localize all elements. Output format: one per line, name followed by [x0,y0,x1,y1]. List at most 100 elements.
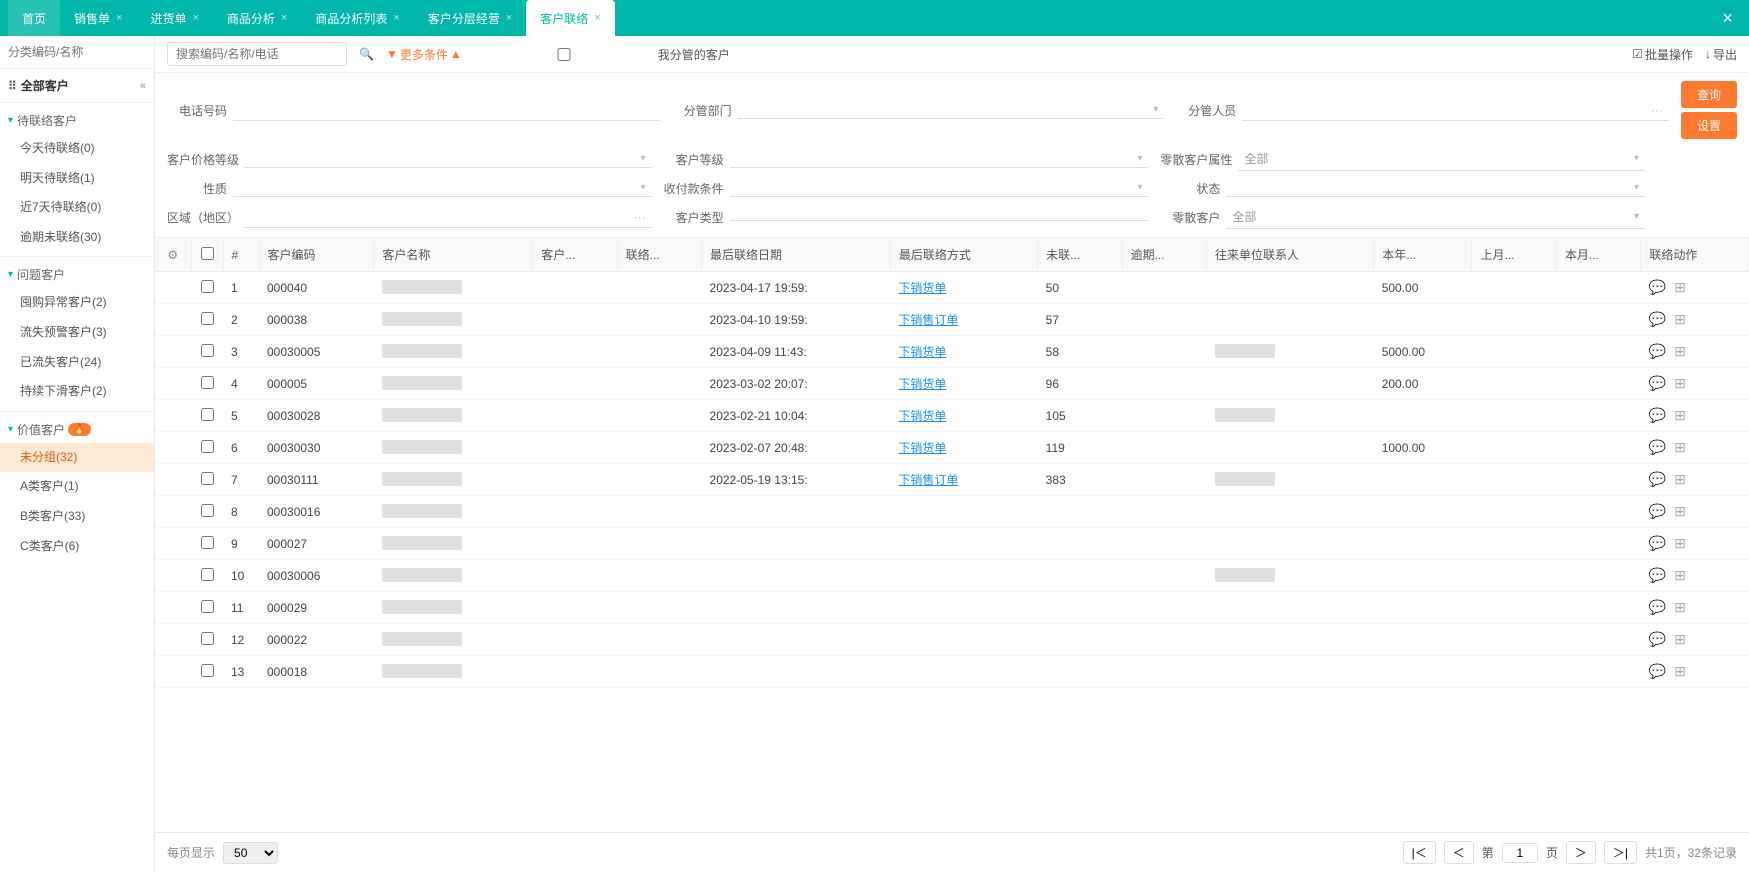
sidebar-item-lost[interactable]: 已流失客户(24) [0,348,154,378]
nav-purchase-close[interactable]: × [192,12,198,24]
phone-input[interactable] [233,100,660,121]
sidebar-item-week-pending[interactable]: 近7天待联络(0) [0,193,154,223]
col-unit-contact[interactable]: 往来单位联系人 [1207,238,1374,272]
col-contact[interactable]: 联络... [617,238,701,272]
chat-icon[interactable]: 💬 [1649,471,1666,488]
export-button[interactable]: ↓ 导出 [1705,46,1737,63]
row-check[interactable] [191,400,223,432]
col-gear[interactable]: ⚙ [155,238,191,272]
grid-action-icon[interactable]: ⊞ [1674,279,1686,296]
chat-icon[interactable]: 💬 [1649,599,1666,616]
col-last-method[interactable]: 最后联络方式 [890,238,1037,272]
nav-goods-analysis-close[interactable]: × [281,12,287,24]
table-settings-icon[interactable]: ⚙ [167,248,178,262]
row-check[interactable] [191,592,223,624]
row-checkbox[interactable] [201,344,214,357]
chat-icon[interactable]: 💬 [1649,407,1666,424]
row-last-method[interactable] [890,496,1037,528]
sidebar-group-value[interactable]: ▾ 价值客户 🔥 [0,416,154,443]
search-input[interactable] [167,42,347,66]
my-customers-checkbox-label[interactable]: 我分管的客户 [474,46,730,63]
prev-page-button[interactable]: ＜ [1444,841,1474,864]
row-last-method[interactable] [890,592,1037,624]
grid-action-icon[interactable]: ⊞ [1674,407,1686,424]
row-checkbox[interactable] [201,664,214,677]
my-customers-checkbox[interactable] [474,48,654,61]
row-check[interactable] [191,560,223,592]
grid-action-icon[interactable]: ⊞ [1674,375,1686,392]
grid-action-icon[interactable]: ⊞ [1674,567,1686,584]
row-check[interactable] [191,432,223,464]
row-last-method[interactable]: 下销货单 [890,336,1037,368]
row-checkbox[interactable] [201,568,214,581]
sidebar-all-customers[interactable]: ⠿ 全部客户 « [0,69,154,98]
row-check[interactable] [191,304,223,336]
row-last-method[interactable]: 下销货单 [890,432,1037,464]
col-not-contacted[interactable]: 未联... [1038,238,1122,272]
row-check[interactable] [191,368,223,400]
customer-level-select[interactable]: ▾ [730,150,1149,168]
col-this-month[interactable]: 本月... [1556,238,1640,272]
sidebar-group-problem[interactable]: ▾ 问题客户 [0,261,154,288]
row-last-method[interactable] [890,528,1037,560]
row-checkbox[interactable] [201,632,214,645]
close-all-button[interactable]: × [1714,8,1741,29]
row-checkbox[interactable] [201,504,214,517]
manager-dots-icon[interactable]: ··· [1651,103,1663,117]
retail-attr-select[interactable]: 全部 ▾ [1238,147,1645,171]
grid-action-icon[interactable]: ⊞ [1674,599,1686,616]
col-overdue[interactable]: 逾期... [1122,238,1206,272]
chat-icon[interactable]: 💬 [1649,631,1666,648]
nav-home[interactable]: 首页 [8,0,60,36]
chat-icon[interactable]: 💬 [1649,343,1666,360]
row-checkbox[interactable] [201,408,214,421]
dept-select[interactable]: ▾ [738,101,1165,119]
row-last-method[interactable]: 下销售订单 [890,464,1037,496]
col-code[interactable]: 客户编码 [259,238,374,272]
chat-icon[interactable]: 💬 [1649,663,1666,680]
row-checkbox[interactable] [201,440,214,453]
row-checkbox[interactable] [201,536,214,549]
row-check[interactable] [191,464,223,496]
col-this-year[interactable]: 本年... [1374,238,1472,272]
query-button[interactable]: 查询 [1681,81,1737,108]
nav-customer-tier[interactable]: 客户分层经营 × [414,0,526,36]
chat-icon[interactable]: 💬 [1649,503,1666,520]
contact-method-link[interactable]: 下销货单 [898,441,946,455]
region-select[interactable]: ··· [245,207,652,228]
contact-method-link[interactable]: 下销售订单 [898,473,958,487]
contact-method-link[interactable]: 下销货单 [898,281,946,295]
more-conditions-button[interactable]: ▼ 更多条件 ▲ [386,46,462,63]
grid-action-icon[interactable]: ⊞ [1674,439,1686,456]
col-name[interactable]: 客户名称 [374,238,533,272]
row-check[interactable] [191,496,223,528]
row-last-method[interactable]: 下销货单 [890,368,1037,400]
col-last-month[interactable]: 上月... [1472,238,1556,272]
sidebar-item-class-c[interactable]: C类客户(6) [0,532,154,562]
reset-button[interactable]: 设置 [1681,112,1737,139]
row-checkbox[interactable] [201,312,214,325]
nav-goods-analysis[interactable]: 商品分析 × [213,0,301,36]
grid-action-icon[interactable]: ⊞ [1674,663,1686,680]
row-check[interactable] [191,336,223,368]
region-dots-icon[interactable]: ··· [634,210,646,224]
row-last-method[interactable]: 下销货单 [890,272,1037,304]
select-all-checkbox[interactable] [201,247,214,260]
nature-select[interactable]: ▾ [233,179,652,197]
row-checkbox[interactable] [201,600,214,613]
last-page-button[interactable]: ＞| [1604,841,1637,864]
chat-icon[interactable]: 💬 [1649,279,1666,296]
status-select[interactable]: ▾ [1226,179,1645,197]
row-last-method[interactable] [890,656,1037,688]
row-last-method[interactable] [890,560,1037,592]
row-check[interactable] [191,528,223,560]
row-check[interactable] [191,624,223,656]
sidebar-item-class-b[interactable]: B类客户(33) [0,502,154,532]
batch-op-button[interactable]: ☑ 批量操作 [1632,46,1693,63]
sidebar-group-pending[interactable]: ▾ 待联络客户 [0,107,154,134]
grid-action-icon[interactable]: ⊞ [1674,343,1686,360]
row-last-method[interactable] [890,624,1037,656]
nav-sales[interactable]: 销售单 × [60,0,136,36]
sidebar-item-overdue-pending[interactable]: 逾期未联络(30) [0,223,154,253]
grid-action-icon[interactable]: ⊞ [1674,503,1686,520]
